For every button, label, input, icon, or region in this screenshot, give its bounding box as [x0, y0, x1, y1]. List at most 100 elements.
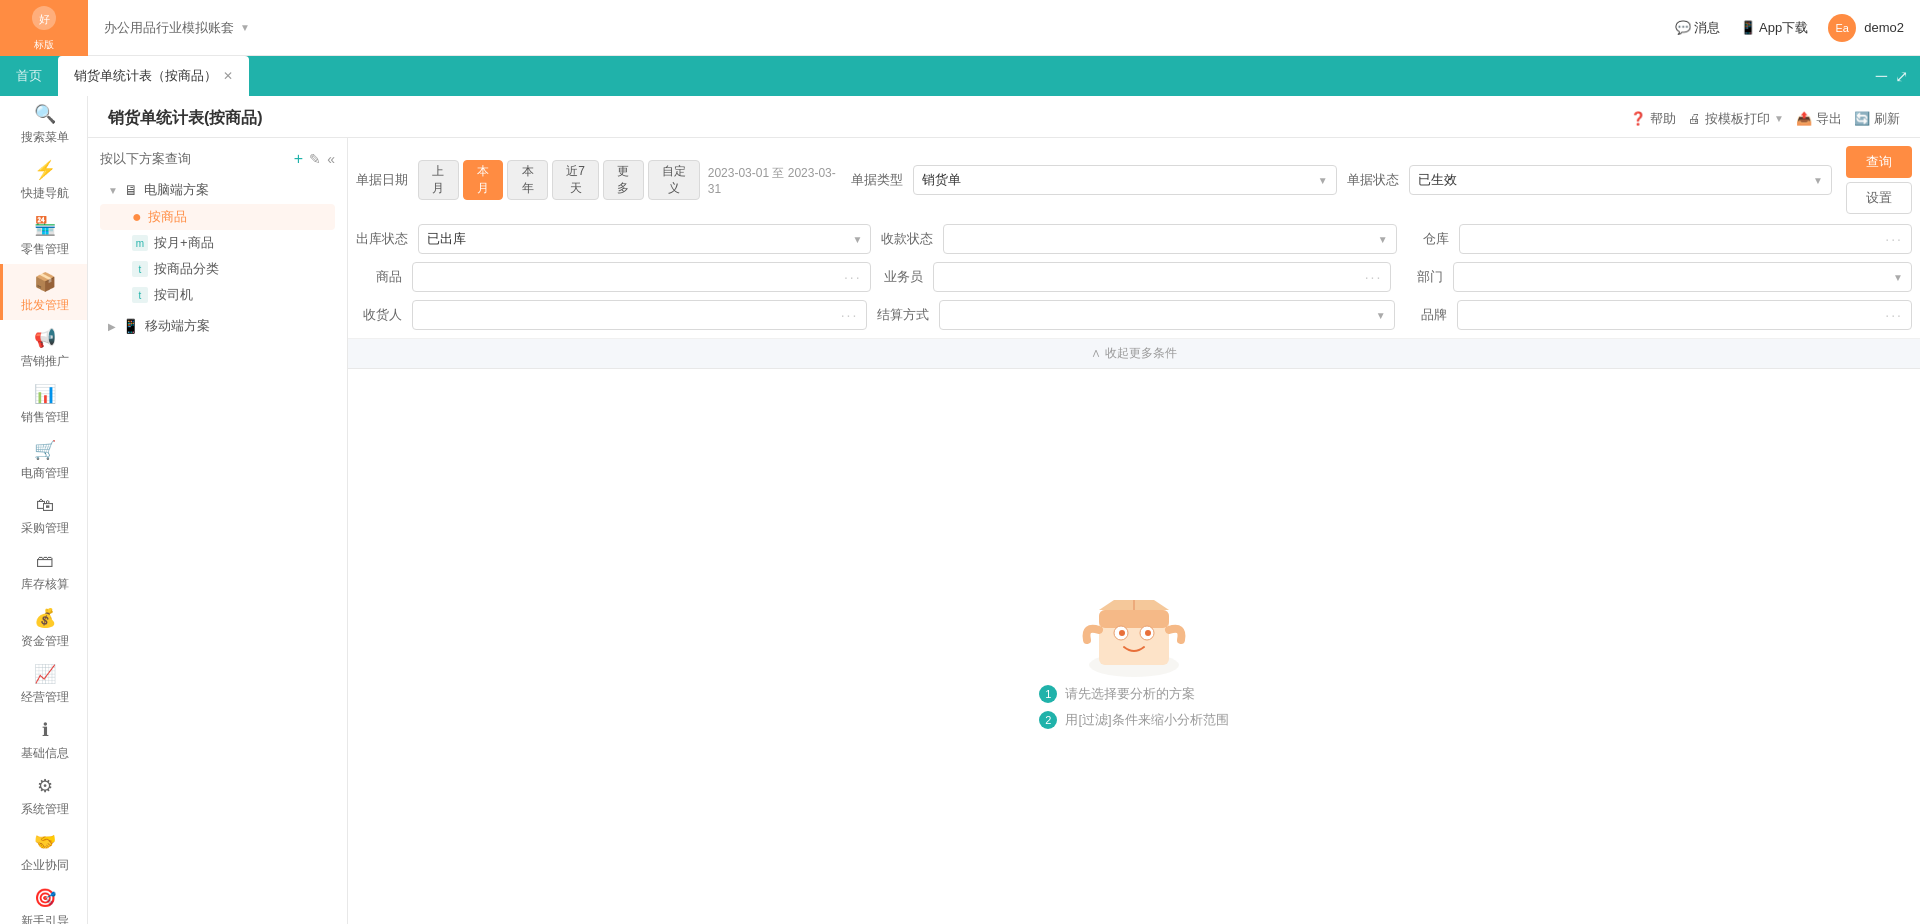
receiver-input[interactable]: ··· — [412, 300, 867, 330]
date-filter-group: 上月 本月 本年 近7天 更多 自定义 2023-03-01 至 2023-03… — [418, 160, 841, 200]
tree-item-by-month-goods[interactable]: m 按月+商品 — [100, 230, 335, 256]
query-btn-group: 查询 设置 — [1838, 146, 1912, 214]
settle-dropdown-icon: ▼ — [1376, 310, 1386, 321]
tab-sales-stat[interactable]: 销货单统计表（按商品） ✕ — [58, 56, 249, 96]
export-icon: 📤 — [1796, 111, 1812, 126]
driver-icon: t — [132, 287, 148, 303]
sidebar-item-finance[interactable]: 💰 资金管理 — [0, 600, 87, 656]
search-icon: 🔍 — [34, 103, 56, 125]
date-btn-this-month[interactable]: 本月 — [463, 160, 504, 200]
collab-icon: 🤝 — [34, 831, 56, 853]
collapse-panel-btn[interactable]: « — [327, 151, 335, 167]
sidebar-item-inventory[interactable]: 🗃 库存核算 — [0, 544, 87, 600]
sidebar-item-system[interactable]: ⚙ 系统管理 — [0, 768, 87, 824]
tab-minimize-icon[interactable]: ─ — [1876, 67, 1887, 85]
page-title: 销货单统计表(按商品) — [108, 108, 263, 129]
out-select[interactable]: 已出库 ▼ — [418, 224, 871, 254]
sidebar-item-ecommerce[interactable]: 🛒 电商管理 — [0, 432, 87, 488]
settle-label: 结算方式 — [873, 306, 933, 324]
tab-home[interactable]: 首页 — [0, 56, 58, 96]
tree-group-mobile: ▶ 📱 移动端方案 — [100, 312, 335, 340]
print-btn[interactable]: 🖨 按模板打印 ▼ — [1688, 110, 1784, 128]
hint-num-2: 2 — [1039, 711, 1057, 729]
logo-area: 好 标版 — [0, 0, 88, 56]
warehouse-select[interactable]: ··· — [1459, 224, 1912, 254]
month-goods-icon: m — [132, 235, 148, 251]
dropdown-arrow-icon[interactable]: ▼ — [240, 22, 250, 33]
print-dropdown-icon[interactable]: ▼ — [1774, 113, 1784, 124]
sidebar-item-operations[interactable]: 📈 经营管理 — [0, 656, 87, 712]
staff-label: 业务员 — [877, 268, 927, 286]
sidebar-item-search[interactable]: 🔍 搜索菜单 — [0, 96, 87, 152]
add-scheme-btn[interactable]: + — [294, 150, 303, 168]
date-btn-7days[interactable]: 近7天 — [552, 160, 599, 200]
tree-item-by-driver[interactable]: t 按司机 — [100, 282, 335, 308]
staff-input[interactable]: ··· — [933, 262, 1392, 292]
status-select[interactable]: 已生效 ▼ — [1409, 165, 1832, 195]
receiver-label: 收货人 — [356, 306, 406, 324]
warehouse-dots-icon: ··· — [1885, 231, 1903, 247]
user-area[interactable]: Ea demo2 — [1828, 14, 1904, 42]
export-btn[interactable]: 📤 导出 — [1796, 110, 1842, 128]
tree-group-mobile-header[interactable]: ▶ 📱 移动端方案 — [100, 312, 335, 340]
edit-scheme-btn[interactable]: ✎ — [309, 151, 321, 167]
retail-icon: 🏪 — [34, 215, 56, 237]
message-icon: 💬 — [1675, 20, 1691, 35]
tree-group-pc-header[interactable]: ▼ 🖥 电脑端方案 — [100, 176, 335, 204]
wholesale-icon: 📦 — [34, 271, 56, 293]
date-btn-last-month[interactable]: 上月 — [418, 160, 459, 200]
tree-item-by-goods-cat[interactable]: t 按商品分类 — [100, 256, 335, 282]
goods-label: 商品 — [356, 268, 406, 286]
goods-input[interactable]: ··· — [412, 262, 871, 292]
ecommerce-icon: 🛒 — [34, 439, 56, 461]
mobile-icon: 📱 — [122, 318, 139, 334]
status-label: 单据状态 — [1343, 171, 1403, 189]
left-panel-title: 按以下方案查询 — [100, 150, 191, 168]
sidebar-item-retail[interactable]: 🏪 零售管理 — [0, 208, 87, 264]
left-panel: 按以下方案查询 + ✎ « ▼ 🖥 电脑端方案 — [88, 138, 348, 924]
settings-button[interactable]: 设置 — [1846, 182, 1912, 214]
sidebar-item-guide[interactable]: 🎯 新手引导 — [0, 880, 87, 924]
tab-close-icon[interactable]: ✕ — [223, 69, 233, 83]
dept-select[interactable]: ▼ — [1453, 262, 1912, 292]
collapse-more-btn[interactable]: ∧ 收起更多条件 — [348, 339, 1920, 369]
dept-dropdown-icon: ▼ — [1893, 272, 1903, 283]
svg-point-8 — [1119, 630, 1125, 636]
recv-label: 收款状态 — [877, 230, 937, 248]
refresh-icon: 🔄 — [1854, 111, 1870, 126]
tab-maximize-icon[interactable]: ⤢ — [1895, 67, 1908, 86]
recv-select[interactable]: ▼ — [943, 224, 1396, 254]
date-btn-more[interactable]: 更多 — [603, 160, 644, 200]
sidebar: 🔍 搜索菜单 ⚡ 快捷导航 🏪 零售管理 📦 批发管理 📢 营销推广 📊 销售管… — [0, 96, 88, 924]
filter-row4: 收货人 ··· 结算方式 ▼ 品牌 ··· — [348, 296, 1920, 338]
sidebar-item-basic[interactable]: ℹ 基础信息 — [0, 712, 87, 768]
type-select[interactable]: 销货单 ▼ — [913, 165, 1336, 195]
page-header: 销货单统计表(按商品) ❓ 帮助 🖨 按模板打印 ▼ 📤 导出 🔄 刷新 — [88, 96, 1920, 138]
help-icon: ❓ — [1630, 111, 1646, 126]
date-btn-this-year[interactable]: 本年 — [507, 160, 548, 200]
sidebar-item-marketing[interactable]: 📢 营销推广 — [0, 320, 87, 376]
sidebar-item-wholesale[interactable]: 📦 批发管理 — [0, 264, 87, 320]
sidebar-item-purchase[interactable]: 🛍 采购管理 — [0, 488, 87, 544]
empty-state-illustration — [1069, 565, 1199, 685]
left-panel-header: 按以下方案查询 + ✎ « — [100, 150, 335, 168]
sidebar-item-sales[interactable]: 📊 销售管理 — [0, 376, 87, 432]
help-btn[interactable]: ❓ 帮助 — [1630, 110, 1676, 128]
pc-icon: 🖥 — [124, 182, 138, 198]
tree-expand-icon: ▼ — [108, 185, 118, 196]
refresh-btn[interactable]: 🔄 刷新 — [1854, 110, 1900, 128]
finance-icon: 💰 — [34, 607, 56, 629]
date-btn-custom[interactable]: 自定义 — [648, 160, 700, 200]
settle-select[interactable]: ▼ — [939, 300, 1394, 330]
message-btn[interactable]: 💬 消息 — [1675, 19, 1721, 37]
top-menu-hint[interactable]: 办公用品行业模拟账套 ▼ — [104, 19, 250, 37]
query-button[interactable]: 查询 — [1846, 146, 1912, 178]
sales-icon: 📊 — [34, 383, 56, 405]
empty-hint-2: 2 用[过滤]条件来缩小分析范围 — [1039, 711, 1228, 729]
tree-item-by-goods[interactable]: ● 按商品 — [100, 204, 335, 230]
brand-input[interactable]: ··· — [1457, 300, 1912, 330]
sidebar-item-collab[interactable]: 🤝 企业协同 — [0, 824, 87, 880]
sidebar-item-quicknav[interactable]: ⚡ 快捷导航 — [0, 152, 87, 208]
logo-subtitle: 标版 — [34, 38, 54, 52]
app-download-btn[interactable]: 📱 App下载 — [1740, 19, 1808, 37]
